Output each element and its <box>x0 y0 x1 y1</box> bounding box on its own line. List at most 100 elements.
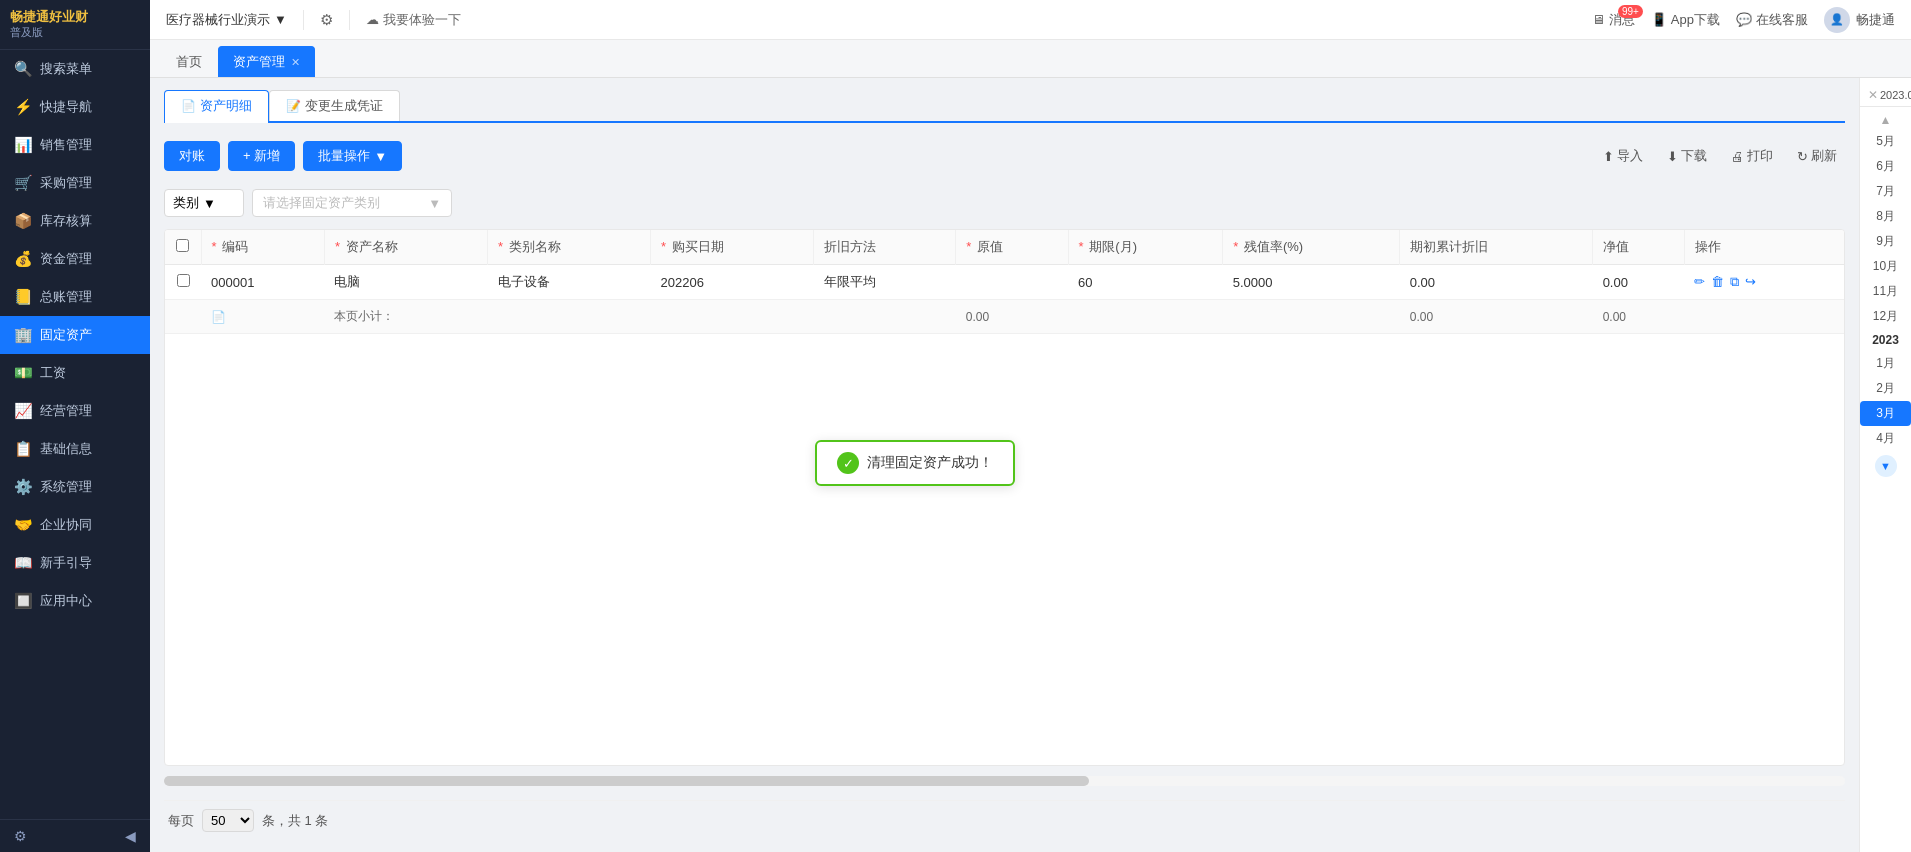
panel-scroll-up-button[interactable]: ▲ <box>1878 111 1894 129</box>
customer-service-button[interactable]: 💬 在线客服 <box>1736 11 1808 29</box>
sidebar-item-label: 工资 <box>40 364 66 382</box>
month-item-8[interactable]: 8月 <box>1860 204 1911 229</box>
sidebar-item-funds[interactable]: 💰 资金管理 <box>0 240 150 278</box>
subtotal-label: 本页小计： <box>324 300 955 334</box>
message-icon: 🖥 <box>1592 12 1605 27</box>
sidebar-item-ops[interactable]: 📈 经营管理 <box>0 392 150 430</box>
select-all-checkbox[interactable] <box>176 239 189 252</box>
month-item-10[interactable]: 10月 <box>1860 254 1911 279</box>
new-button[interactable]: + 新增 <box>228 141 295 171</box>
experience-link[interactable]: ☁ 我要体验一下 <box>366 11 461 29</box>
refresh-button[interactable]: ↻ 刷新 <box>1789 143 1845 169</box>
filter-dropdown-icon: ▼ <box>428 196 441 211</box>
panel-close-button[interactable]: ✕ <box>1866 86 1880 104</box>
table-container: * 编码 * 资产名称 * 类别名称 <box>164 229 1845 766</box>
row-residual-rate: 5.0000 <box>1223 265 1400 300</box>
app-download-button[interactable]: 📱 App下载 <box>1651 11 1720 29</box>
search-icon: 🔍 <box>14 60 32 78</box>
scrollbar-thumb[interactable] <box>164 776 1089 786</box>
sidebar-item-label: 经营管理 <box>40 402 92 420</box>
batch-button[interactable]: 批量操作 ▼ <box>303 141 402 171</box>
tab-close-icon[interactable]: ✕ <box>291 57 300 68</box>
topbar-settings-button[interactable]: ⚙ <box>320 11 333 29</box>
sub-tab-change-voucher[interactable]: 📝 变更生成凭证 <box>269 90 400 121</box>
payroll-icon: 💵 <box>14 364 32 382</box>
copy-icon[interactable]: ⧉ <box>1730 274 1739 290</box>
row-checkbox[interactable] <box>177 274 190 287</box>
horizontal-scrollbar[interactable] <box>164 776 1845 786</box>
sidebar-collapse-button[interactable]: ◀ <box>125 828 136 844</box>
experience-label: 我要体验一下 <box>383 11 461 29</box>
subtotal-checkbox <box>165 300 201 334</box>
category-select[interactable]: 类别 ▼ <box>164 189 244 217</box>
toolbar-right: ⬆ 导入 ⬇ 下载 🖨 打印 ↻ 刷新 <box>1595 143 1845 169</box>
username-label: 畅捷通 <box>1856 11 1895 29</box>
sidebar-item-system[interactable]: ⚙️ 系统管理 <box>0 468 150 506</box>
month-item-7[interactable]: 7月 <box>1860 179 1911 204</box>
message-button[interactable]: 🖥 消息 99+ <box>1592 11 1635 29</box>
topbar: 医疗器械行业演示 ▼ ⚙ ☁ 我要体验一下 🖥 消息 99+ 📱 App下载 💬… <box>150 0 1911 40</box>
category-label: 类别 <box>173 194 199 212</box>
user-info-button[interactable]: 👤 畅捷通 <box>1824 7 1895 33</box>
sidebar-item-guide[interactable]: 📖 新手引导 <box>0 544 150 582</box>
month-item-12[interactable]: 12月 <box>1860 304 1911 329</box>
category-input[interactable]: 请选择固定资产类别 ▼ <box>252 189 452 217</box>
sidebar-item-ledger[interactable]: 📒 总账管理 <box>0 278 150 316</box>
toolbar: 对账 + 新增 批量操作 ▼ ⬆ 导入 ⬇ 下载 🖨 <box>164 133 1845 179</box>
row-initial-accumulated: 0.00 <box>1400 265 1593 300</box>
print-button[interactable]: 🖨 打印 <box>1723 143 1781 169</box>
month-item-1[interactable]: 1月 <box>1860 351 1911 376</box>
tab-asset-management[interactable]: 资产管理 ✕ <box>218 46 315 77</box>
month-item-2[interactable]: 2月 <box>1860 376 1911 401</box>
table-header-code: * 编码 <box>201 230 324 265</box>
delete-icon[interactable]: 🗑 <box>1711 274 1724 290</box>
sidebar-item-label: 快捷导航 <box>40 98 92 116</box>
month-item-9[interactable]: 9月 <box>1860 229 1911 254</box>
topbar-divider <box>303 10 304 30</box>
row-code: 000001 <box>201 265 324 300</box>
sidebar-item-quicknav[interactable]: ⚡ 快捷导航 <box>0 88 150 126</box>
sidebar-item-label: 资金管理 <box>40 250 92 268</box>
table-header-depreciation: 折旧方法 <box>814 230 956 265</box>
month-item-3[interactable]: 3月 <box>1860 401 1911 426</box>
sidebar-item-label: 搜索菜单 <box>40 60 92 78</box>
reconcile-button[interactable]: 对账 <box>164 141 220 171</box>
download-button[interactable]: ⬇ 下载 <box>1659 143 1715 169</box>
per-page-select[interactable]: 50 100 200 <box>202 809 254 832</box>
month-item-6[interactable]: 6月 <box>1860 154 1911 179</box>
sidebar-item-payroll[interactable]: 💵 工资 <box>0 354 150 392</box>
sidebar-settings-button[interactable]: ⚙ <box>14 828 27 844</box>
import-button[interactable]: ⬆ 导入 <box>1595 143 1651 169</box>
subtotal-row: 📄 本页小计： 0.00 0.00 0.00 <box>165 300 1844 334</box>
table-header-residual-rate: * 残值率(%) <box>1223 230 1400 265</box>
sidebar-item-appstore[interactable]: 🔲 应用中心 <box>0 582 150 620</box>
month-item-4[interactable]: 4月 <box>1860 426 1911 451</box>
month-item-5[interactable]: 5月 <box>1860 129 1911 154</box>
sidebar-item-label: 销售管理 <box>40 136 92 154</box>
sidebar-item-purchase[interactable]: 🛒 采购管理 <box>0 164 150 202</box>
edit-icon[interactable]: ✏ <box>1694 274 1705 290</box>
import-label: 导入 <box>1617 147 1643 165</box>
tab-home[interactable]: 首页 <box>164 47 214 77</box>
basic-icon: 📋 <box>14 440 32 458</box>
row-depreciation-method: 年限平均 <box>814 265 956 300</box>
sidebar-item-label: 系统管理 <box>40 478 92 496</box>
month-item-11[interactable]: 11月 <box>1860 279 1911 304</box>
filter-row: 类别 ▼ 请选择固定资产类别 ▼ <box>164 189 1845 217</box>
download-label: 下载 <box>1681 147 1707 165</box>
panel-scroll-down-button[interactable]: ▼ <box>1875 455 1897 477</box>
year-divider: 2023 <box>1860 329 1911 351</box>
cloud-icon: ☁ <box>366 12 379 27</box>
sidebar-item-search[interactable]: 🔍 搜索菜单 <box>0 50 150 88</box>
quicknav-icon: ⚡ <box>14 98 32 116</box>
sidebar-item-inventory[interactable]: 📦 库存核算 <box>0 202 150 240</box>
company-selector[interactable]: 医疗器械行业演示 ▼ <box>166 11 287 29</box>
sub-tab-asset-detail[interactable]: 📄 资产明细 <box>164 90 269 123</box>
refresh-icon: ↻ <box>1797 149 1808 164</box>
more-icon[interactable]: ↪ <box>1745 274 1756 290</box>
sidebar-item-basic[interactable]: 📋 基础信息 <box>0 430 150 468</box>
sidebar-item-fixed[interactable]: 🏢 固定资产 <box>0 316 150 354</box>
sidebar-item-label: 库存核算 <box>40 212 92 230</box>
sidebar-item-sales[interactable]: 📊 销售管理 <box>0 126 150 164</box>
sidebar-item-collab[interactable]: 🤝 企业协同 <box>0 506 150 544</box>
